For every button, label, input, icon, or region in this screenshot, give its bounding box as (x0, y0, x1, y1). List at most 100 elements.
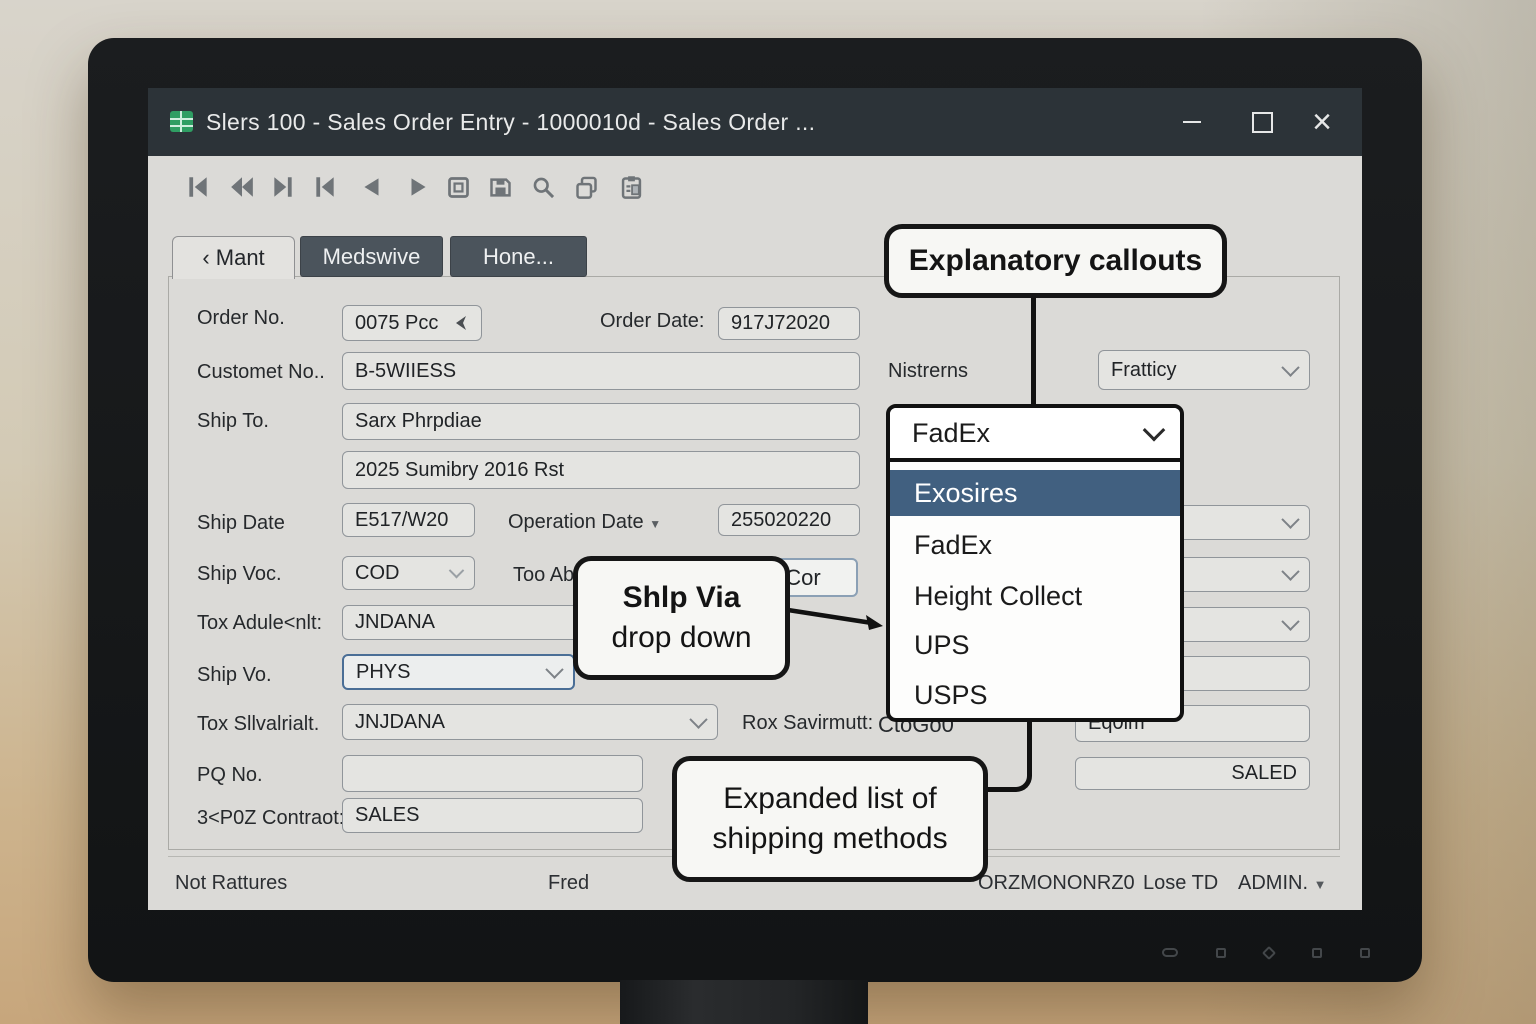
contract-field[interactable]: SALES (342, 798, 643, 833)
callout-ship-via-line1: Shlp Via (622, 580, 741, 614)
status-user: Fred (548, 872, 590, 894)
ship-via-option-usps[interactable]: USPS (890, 672, 1180, 718)
record-box-icon[interactable] (443, 172, 473, 202)
tox-sllval-dropdown[interactable]: JNJDANA (342, 704, 718, 740)
ship-via-option-exosires[interactable]: Exosires (890, 470, 1180, 516)
cursor-arrow-icon (456, 316, 466, 330)
tab-hone-label: Hone... (483, 243, 554, 269)
callout-ship-via: Shlp Via drop down (573, 556, 790, 680)
monitor-power-button[interactable] (1162, 948, 1178, 957)
chevron-down-icon (689, 709, 708, 729)
maximize-icon (1251, 111, 1273, 133)
order-no-field[interactable]: 0075 Pcc (342, 305, 482, 341)
nistrerns-label: Nistrerns (888, 360, 969, 382)
tab-main-label: ‹ Mant (202, 245, 265, 270)
callout-explanatory-text: Explanatory callouts (908, 243, 1203, 277)
ship-to-label: Ship To. (197, 410, 269, 432)
status-code: ORZMONONRZ0 (978, 872, 1135, 894)
monitor-menu-button[interactable] (1216, 948, 1226, 958)
tab-medswive[interactable]: Medswive (300, 236, 443, 277)
rox-savirmutt-label: Rox Savirmutt: (742, 712, 874, 734)
operation-date-label: Operation Date ▼ (508, 511, 662, 533)
callout-ship-via-line2: drop down (611, 621, 752, 654)
pq-no-label: PQ No. (197, 764, 263, 786)
ship-voc-label: Ship Voc. (197, 563, 282, 585)
status-admin-menu[interactable]: ADMIN. ▼ (1238, 866, 1326, 900)
ship-date-label: Ship Date (197, 512, 285, 534)
tab-medswive-label: Medswive (322, 243, 421, 269)
too-ab-label: Too Ab (513, 564, 575, 586)
callout-expanded-line2: shipping methods (712, 822, 948, 855)
connector-explanatory (1031, 296, 1036, 406)
minimize-button[interactable] (1162, 88, 1222, 156)
chevron-down-icon (1281, 357, 1300, 377)
close-button[interactable]: × (1292, 88, 1352, 156)
paste-icon[interactable] (616, 172, 646, 202)
ship-voc-dropdown[interactable]: COD (342, 556, 475, 590)
chevron-down-icon (1142, 418, 1166, 442)
ship-to-line2-value: 2025 Sumibry 2016 Rst (355, 458, 565, 481)
last-record-icon[interactable] (268, 172, 298, 202)
window-title: Slers 100 - Sales Order Entry - 1000010d… (206, 109, 816, 135)
previous-batch-icon[interactable] (227, 172, 257, 202)
ship-to-line1-value: Sarx Phrpdiae (355, 410, 482, 432)
previous-page-icon[interactable] (357, 172, 387, 202)
ship-via-selected-value: FadEx (912, 417, 991, 448)
next-page-icon[interactable] (403, 172, 433, 202)
contract-label: 3<P0Z Contraot: (197, 807, 345, 829)
ship-vo-label: Ship Vo. (197, 664, 272, 686)
ship-to-line1-field[interactable]: Sarx Phrpdiae (342, 403, 860, 440)
order-date-label: Order Date: (600, 310, 705, 332)
first-record-icon[interactable] (183, 172, 213, 202)
connector-expanded-elbow (988, 718, 1032, 792)
search-icon[interactable] (528, 172, 558, 202)
maximize-button[interactable] (1232, 88, 1292, 156)
copy-icon[interactable] (571, 172, 601, 202)
contract-value: SALES (355, 804, 420, 826)
app-grid-icon (168, 108, 195, 140)
ship-to-line2-field[interactable]: 2025 Sumibry 2016 Rst (342, 451, 860, 489)
callout-expanded-list: Expanded list of shipping methods (672, 756, 988, 882)
nistrerns-dropdown[interactable]: Fratticy (1098, 350, 1310, 390)
order-date-field[interactable]: 917J72020 (718, 307, 860, 340)
order-date-value: 917J72020 (731, 312, 830, 334)
ship-voc-value: COD (355, 561, 400, 584)
ship-date-field[interactable]: E517/W20 (342, 503, 475, 537)
ship-via-option-height-collect[interactable]: Height Collect (890, 573, 1180, 619)
ship-date-value: E517/W20 (355, 508, 449, 531)
monitor-stand (620, 980, 868, 1024)
saled-field[interactable]: SALED (1075, 757, 1310, 790)
customer-no-label: Customet No.. (197, 361, 325, 383)
chevron-down-icon (545, 659, 564, 679)
ship-via-select[interactable]: FadEx (890, 408, 1180, 462)
chevron-down-icon (448, 562, 465, 578)
tox-sllval-label: Tox Sllvalrialt. (197, 713, 320, 735)
callout-expanded-line1: Expanded list of (723, 781, 937, 815)
monitor-down-button[interactable] (1312, 948, 1322, 958)
nistrerns-value: Fratticy (1111, 358, 1177, 381)
tox-sllval-value: JNJDANA (355, 710, 446, 733)
save-icon[interactable] (485, 172, 515, 202)
application-window: Slers 100 - Sales Order Entry - 1000010d… (148, 88, 1362, 910)
tox-adule-label: Tox Adule<nlt: (197, 612, 323, 634)
operation-date-field[interactable]: 255020220 (718, 504, 860, 536)
ship-vo-value: PHYS (356, 660, 411, 683)
chevron-down-icon (1281, 562, 1300, 581)
tab-hone[interactable]: Hone... (450, 236, 587, 277)
ship-vo-dropdown[interactable]: PHYS (342, 654, 575, 690)
order-no-value: 0075 Pcc (355, 311, 439, 334)
customer-no-field[interactable]: B-5WIIESS (342, 352, 860, 390)
status-session: Lose TD (1143, 872, 1219, 894)
order-no-label: Order No. (197, 307, 285, 329)
pq-no-field[interactable] (342, 755, 643, 792)
saled-value: SALED (1231, 762, 1297, 784)
ship-via-option-ups[interactable]: UPS (890, 622, 1180, 668)
chevron-down-icon (1281, 612, 1300, 631)
tox-adule-value: JNDANA (355, 611, 436, 633)
monitor-up-button[interactable] (1360, 948, 1370, 958)
close-icon: × (1312, 102, 1332, 141)
callout-explanatory: Explanatory callouts (884, 224, 1227, 298)
first-page-icon[interactable] (310, 172, 340, 202)
ship-via-option-fadex[interactable]: FadEx (890, 522, 1180, 568)
tab-main[interactable]: ‹ Mant (172, 236, 295, 279)
